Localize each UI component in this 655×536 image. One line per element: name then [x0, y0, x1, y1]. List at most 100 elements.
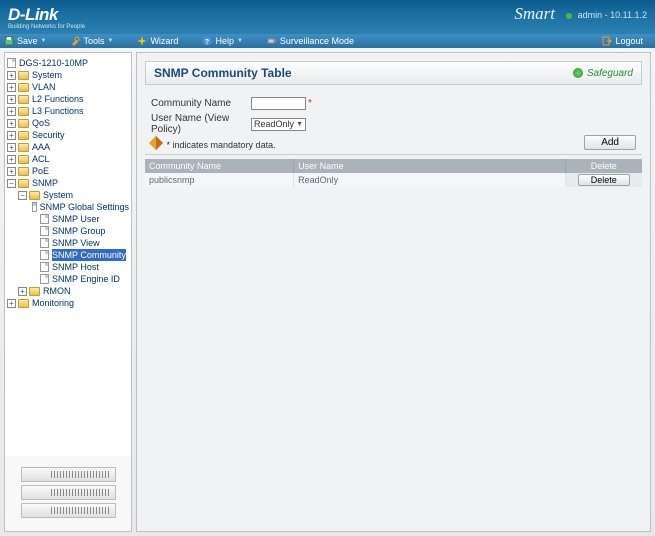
folder-icon — [18, 299, 29, 308]
tree-snmp-user[interactable]: SNMP User — [7, 213, 129, 225]
tree-snmp-engine[interactable]: SNMP Engine ID — [7, 273, 129, 285]
expand-icon[interactable]: + — [7, 167, 16, 176]
folder-icon — [18, 107, 29, 116]
tree-monitoring[interactable]: +Monitoring — [7, 297, 129, 309]
page-icon — [40, 226, 49, 236]
expand-icon[interactable]: + — [7, 107, 16, 116]
tree-rmon[interactable]: + RMON — [7, 285, 129, 297]
tree-label: ACL — [32, 153, 50, 165]
tree-snmp-group[interactable]: SNMP Group — [7, 225, 129, 237]
tree-l2[interactable]: +L2 Functions — [7, 93, 129, 105]
toolbar: Save ▼ Tools ▼ Wizard ? Help ▼ Surveilla… — [0, 34, 655, 48]
tree-snmp-global[interactable]: SNMP Global Settings — [7, 201, 129, 213]
device-icon — [7, 58, 16, 68]
tree-security[interactable]: +Security — [7, 129, 129, 141]
tree-label: SNMP User — [52, 213, 99, 225]
toolbar-right: Logout — [602, 36, 651, 46]
tree-label: System — [43, 189, 73, 201]
tree-system[interactable]: + System — [7, 69, 129, 81]
tree-label: VLAN — [32, 81, 56, 93]
expand-icon[interactable]: + — [7, 83, 16, 92]
expand-icon[interactable]: + — [7, 71, 16, 80]
save-menu[interactable]: Save ▼ — [4, 36, 46, 46]
wizard-button[interactable]: Wizard — [137, 36, 178, 46]
device-image — [5, 456, 131, 531]
switch-icon — [21, 503, 116, 518]
logout-button[interactable]: Logout — [602, 36, 643, 46]
tree-poe[interactable]: + PoE — [7, 165, 129, 177]
tree-snmp[interactable]: − SNMP — [7, 177, 129, 189]
tree-label: PoE — [32, 165, 49, 177]
tools-icon — [70, 36, 80, 46]
th-user: User Name — [294, 159, 566, 173]
tools-menu[interactable]: Tools ▼ — [70, 36, 113, 46]
page-icon — [40, 250, 49, 260]
username-value: ReadOnly — [254, 119, 294, 129]
brand-subtitle: Building Networks for People — [8, 24, 85, 30]
expand-icon[interactable]: + — [7, 155, 16, 164]
page-title-bar: SNMP Community Table Safeguard — [145, 61, 642, 85]
save-icon — [4, 36, 14, 46]
tools-label: Tools — [83, 36, 104, 46]
tree-snmp-host[interactable]: SNMP Host — [7, 261, 129, 273]
page-icon — [40, 262, 49, 272]
delete-button[interactable]: Delete — [578, 174, 630, 186]
surveillance-button[interactable]: Surveillance Mode — [267, 36, 354, 46]
tree-label: System — [32, 69, 62, 81]
folder-open-icon — [29, 191, 40, 200]
admin-info: admin - 10.11.1.2 — [566, 10, 647, 20]
tree-aaa[interactable]: +AAA — [7, 141, 129, 153]
mandatory-text: * indicates mandatory data. — [167, 140, 276, 150]
expand-icon[interactable]: + — [7, 143, 16, 152]
tree-snmp-community[interactable]: SNMP Community — [7, 249, 129, 261]
chevron-down-icon: ▼ — [296, 121, 303, 128]
expand-icon[interactable]: + — [7, 131, 16, 140]
chevron-down-icon: ▼ — [41, 38, 47, 44]
tree-snmp-system[interactable]: − System — [7, 189, 129, 201]
tree-label: SNMP Community — [52, 249, 126, 261]
switch-icon — [21, 467, 116, 482]
table-row: publicsnmpReadOnlyDelete — [145, 173, 642, 187]
page-icon — [40, 238, 49, 248]
add-button[interactable]: Add — [584, 135, 636, 150]
svg-text:?: ? — [205, 39, 209, 46]
header-banner: D-Link Building Networks for People Smar… — [0, 0, 655, 34]
expand-icon[interactable]: + — [18, 287, 27, 296]
pencil-icon — [149, 136, 163, 150]
expand-icon[interactable]: + — [7, 95, 16, 104]
tree-root[interactable]: DGS-1210-10MP — [7, 57, 129, 69]
tree-label: SNMP — [32, 177, 58, 189]
username-select[interactable]: ReadOnly ▼ — [251, 118, 306, 131]
page-icon — [40, 274, 49, 284]
tree-label: SNMP View — [52, 237, 100, 249]
expand-icon[interactable]: + — [7, 299, 16, 308]
switch-icon — [21, 485, 116, 500]
help-icon: ? — [202, 36, 212, 46]
community-table: Community Name User Name Delete publicsn… — [145, 159, 642, 187]
logout-icon — [602, 36, 612, 46]
sidebar: DGS-1210-10MP + System + VLAN +L2 Function… — [4, 52, 132, 532]
surveillance-label: Surveillance Mode — [280, 36, 354, 46]
page-icon — [32, 202, 36, 212]
help-menu[interactable]: ? Help ▼ — [202, 36, 242, 46]
community-name-input[interactable] — [251, 97, 306, 110]
tree-qos[interactable]: +QoS — [7, 117, 129, 129]
brand-logo: D-Link Building Networks for People — [8, 5, 85, 30]
folder-icon — [18, 131, 29, 140]
safeguard-badge: Safeguard — [573, 68, 633, 79]
tree-label: RMON — [43, 285, 71, 297]
collapse-icon[interactable]: − — [7, 179, 16, 188]
tree-label: SNMP Global Settings — [40, 201, 129, 213]
main-content: SNMP Community Table Safeguard Community… — [136, 52, 651, 532]
mandatory-note: * indicates mandatory data. — [151, 138, 636, 150]
required-asterisk: * — [308, 98, 312, 109]
tree-label: SNMP Host — [52, 261, 99, 273]
tree-snmp-view[interactable]: SNMP View — [7, 237, 129, 249]
tree-l3[interactable]: +L3 Functions — [7, 105, 129, 117]
help-label: Help — [215, 36, 234, 46]
tree-vlan[interactable]: + VLAN — [7, 81, 129, 93]
expand-icon[interactable]: + — [7, 119, 16, 128]
admin-label: admin - 10.11.1.2 — [578, 10, 647, 20]
tree-acl[interactable]: + ACL — [7, 153, 129, 165]
collapse-icon[interactable]: − — [18, 191, 27, 200]
